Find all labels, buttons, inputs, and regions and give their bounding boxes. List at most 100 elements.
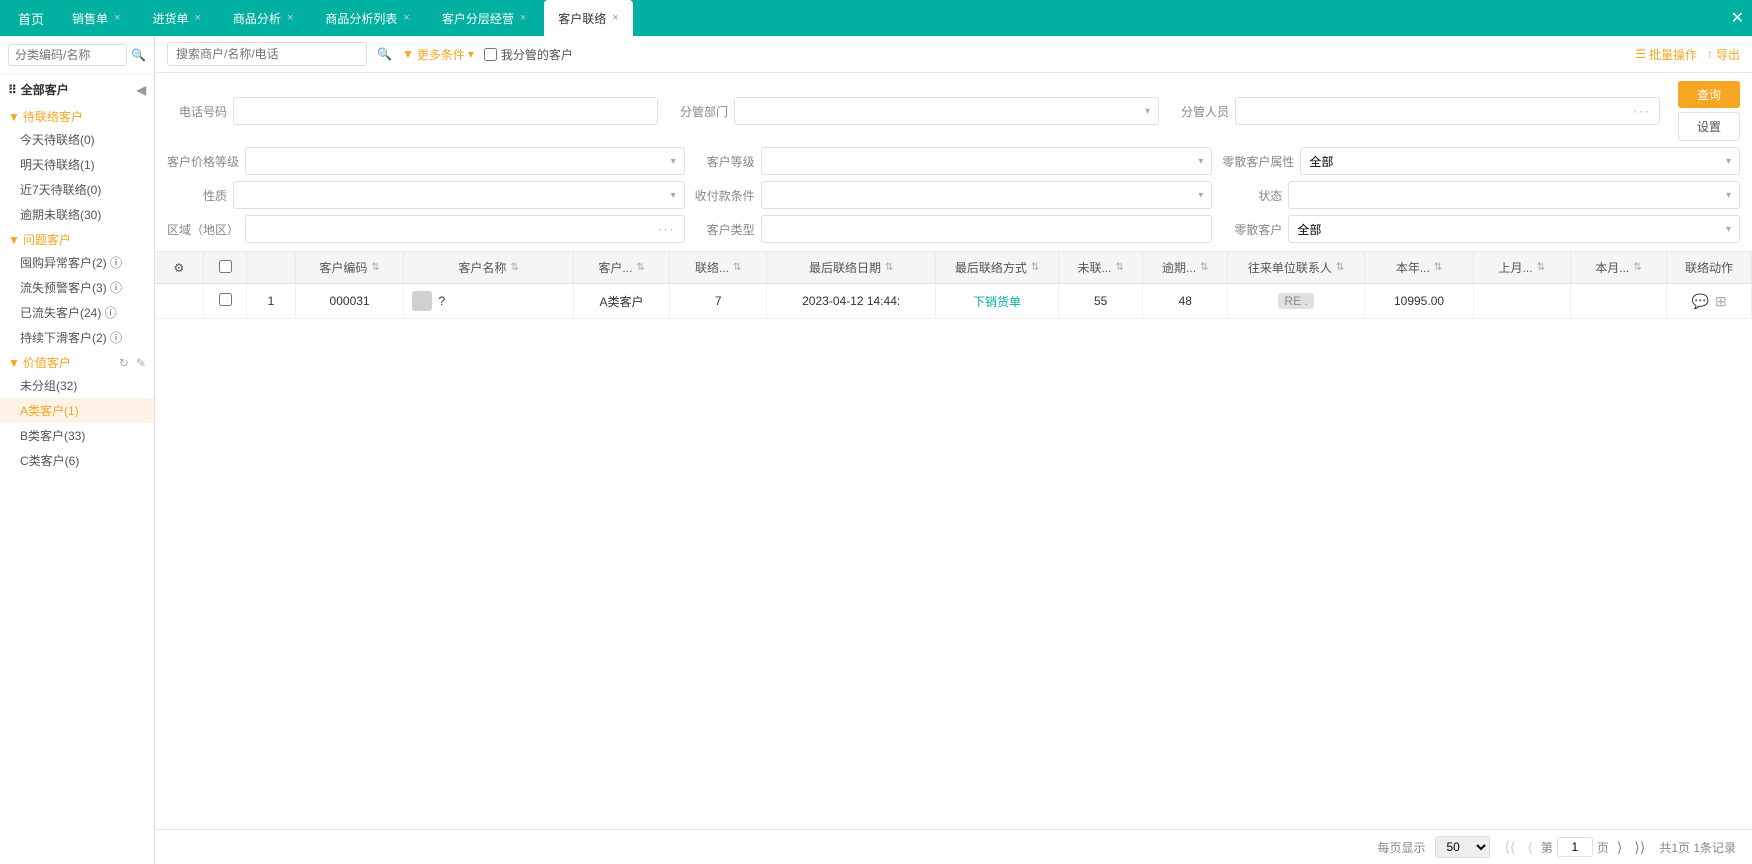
tab-product-analysis[interactable]: 商品分析 × xyxy=(219,0,307,36)
per-page-select[interactable]: 50 20 100 xyxy=(1435,836,1490,858)
sidebar-item-ungrouped[interactable]: 未分组(32) xyxy=(0,373,154,398)
page-suffix-label: 页 xyxy=(1597,839,1609,856)
col-type-header[interactable]: 客户...⇅ xyxy=(573,252,670,284)
chevron-down-icon: ▾ xyxy=(1145,106,1150,117)
payment-dropdown[interactable]: ▾ xyxy=(761,181,1213,209)
scatter-attr-dropdown[interactable]: 全部 ▾ xyxy=(1300,147,1740,175)
col-this-year-header[interactable]: 本年...⇅ xyxy=(1365,252,1474,284)
sidebar-item-b-class[interactable]: B类客户(33) xyxy=(0,423,154,448)
tab-purchase-order[interactable]: 进货单 × xyxy=(138,0,214,36)
sidebar-item-churned[interactable]: 已流失客户(24) ⓘ xyxy=(0,300,154,325)
chevron-down-icon: ▾ xyxy=(671,190,676,201)
dept-dropdown[interactable]: ▾ xyxy=(734,97,1159,125)
phone-input[interactable] xyxy=(233,97,658,125)
first-page-button[interactable]: ⟨⟨ xyxy=(1500,837,1519,858)
tab-product-analysis-list[interactable]: 商品分析列表 × xyxy=(311,0,423,36)
col-code-header[interactable]: 客户编码⇅ xyxy=(295,252,404,284)
field-customer-type-label: 客户类型 xyxy=(695,221,755,238)
region-input[interactable]: ··· xyxy=(245,215,685,243)
message-icon[interactable]: 💬 xyxy=(1692,293,1709,310)
tab-sales-order[interactable]: 销售单 × xyxy=(58,0,134,36)
chevron-down-icon: ▼ xyxy=(8,233,20,247)
content-area: 🔍 ▼ 更多条件 ▾ 我分管的客户 ☰ 批量操作 ↑ 导出 xyxy=(155,36,1752,864)
select-all-checkbox[interactable] xyxy=(219,260,232,273)
col-index-header xyxy=(247,252,295,284)
tab-label: 销售单 xyxy=(72,10,108,27)
my-customer-filter[interactable]: 我分管的客户 xyxy=(484,46,573,63)
sidebar: 🔍 ⠿ 全部客户 ◀ ▼ 待联络客户 今天待联络(0) 明天待联络(1) 近7天… xyxy=(0,36,155,864)
col-last-way-header[interactable]: 最后联络方式⇅ xyxy=(936,252,1059,284)
sidebar-item-abnormal-stock[interactable]: 囤购异常客户(2) ⓘ xyxy=(0,250,154,275)
nature-dropdown[interactable]: ▾ xyxy=(233,181,685,209)
col-overdue-header[interactable]: 逾期...⇅ xyxy=(1143,252,1228,284)
sidebar-item-7days[interactable]: 近7天待联络(0) xyxy=(0,177,154,202)
customer-type-input[interactable] xyxy=(761,215,1213,243)
col-this-month-header[interactable]: 本月...⇅ xyxy=(1570,252,1667,284)
sort-icon: ⇅ xyxy=(733,262,741,273)
row-checkbox[interactable] xyxy=(219,293,232,306)
sidebar-group-problem[interactable]: ▼ 问题客户 xyxy=(0,227,154,250)
col-last-date-header[interactable]: 最后联络日期⇅ xyxy=(767,252,936,284)
close-icon[interactable]: × xyxy=(194,12,200,24)
sidebar-item-c-class[interactable]: C类客户(6) xyxy=(0,448,154,473)
sidebar-item-churn-warning[interactable]: 流失预警客户(3) ⓘ xyxy=(0,275,154,300)
setting-button[interactable]: 设置 xyxy=(1678,112,1740,141)
page-total: 共1页 1条记录 xyxy=(1659,839,1736,856)
more-filter-button[interactable]: ▼ 更多条件 ▾ xyxy=(402,46,474,63)
home-tab[interactable]: 首页 xyxy=(8,9,54,28)
refresh-icon[interactable]: ↻ xyxy=(119,356,129,370)
sidebar-group-value[interactable]: ▼ 价值客户 ↻ ✎ xyxy=(0,350,154,373)
page-number-input[interactable] xyxy=(1557,837,1593,857)
last-way-link[interactable]: 下销货单 xyxy=(973,295,1021,309)
col-contact-person-header[interactable]: 往来单位联系人⇅ xyxy=(1228,252,1365,284)
col-no-contact-header[interactable]: 未联...⇅ xyxy=(1058,252,1143,284)
price-grade-dropdown[interactable]: ▾ xyxy=(245,147,685,175)
manager-input[interactable]: ··· xyxy=(1235,97,1660,125)
col-last-month-header[interactable]: 上月...⇅ xyxy=(1473,252,1570,284)
scatter-customer-dropdown[interactable]: 全部 ▾ xyxy=(1288,215,1740,243)
sidebar-search-icon[interactable]: 🔍 xyxy=(131,48,146,62)
cell-check[interactable] xyxy=(203,284,247,319)
edit-icon[interactable]: ✎ xyxy=(136,356,146,370)
chevron-down-icon: ▼ xyxy=(8,356,20,370)
search-input[interactable] xyxy=(167,42,367,66)
tab-customer-contact[interactable]: 客户联络 × xyxy=(544,0,632,36)
next-page-button[interactable]: ⟩ xyxy=(1613,837,1626,858)
cell-code: 000031 xyxy=(295,284,404,319)
col-check-header[interactable] xyxy=(203,252,247,284)
status-dropdown[interactable]: ▾ xyxy=(1288,181,1740,209)
sidebar-all-customers[interactable]: ⠿ 全部客户 ◀ xyxy=(0,75,154,104)
customer-grade-dropdown[interactable]: ▾ xyxy=(761,147,1213,175)
sidebar-group-pending[interactable]: ▼ 待联络客户 xyxy=(0,104,154,127)
cell-last-way[interactable]: 下销货单 xyxy=(936,284,1059,319)
sort-icon: ⇅ xyxy=(885,262,893,273)
collapse-icon[interactable]: ◀ xyxy=(137,83,146,97)
prev-page-button[interactable]: ⟨ xyxy=(1523,837,1536,858)
close-icon[interactable]: × xyxy=(114,12,120,24)
close-icon[interactable]: × xyxy=(287,12,293,24)
sidebar-item-overdue[interactable]: 逾期未联络(30) xyxy=(0,202,154,227)
filter-search-icon[interactable]: 🔍 xyxy=(377,47,392,61)
tab-customer-tier[interactable]: 客户分层经营 × xyxy=(428,0,540,36)
qr-icon[interactable]: ⊞ xyxy=(1715,293,1727,310)
col-contact-header[interactable]: 联络...⇅ xyxy=(670,252,767,284)
col-name-header[interactable]: 客户名称⇅ xyxy=(404,252,573,284)
cell-contact-person: RE . xyxy=(1228,284,1365,319)
close-icon[interactable]: × xyxy=(520,12,526,24)
query-button[interactable]: 查询 xyxy=(1678,81,1740,108)
close-icon[interactable]: × xyxy=(612,12,618,24)
col-action-header: 联络动作 xyxy=(1667,252,1752,284)
batch-operation-button[interactable]: ☰ 批量操作 xyxy=(1635,46,1697,63)
sidebar-search-input[interactable] xyxy=(8,44,127,66)
sidebar-item-a-class[interactable]: A类客户(1) xyxy=(0,398,154,423)
my-customer-checkbox[interactable] xyxy=(484,48,497,61)
field-scatter-customer: 零散客户 全部 ▾ xyxy=(1222,215,1740,243)
sidebar-item-declining[interactable]: 持续下滑客户(2) ⓘ xyxy=(0,325,154,350)
last-page-button[interactable]: ⟩⟩ xyxy=(1630,837,1649,858)
sidebar-item-today[interactable]: 今天待联络(0) xyxy=(0,127,154,152)
window-close-icon[interactable]: ✕ xyxy=(1731,8,1744,28)
export-button[interactable]: ↑ 导出 xyxy=(1707,46,1740,63)
col-gear-header[interactable]: ⚙ xyxy=(155,252,203,284)
sidebar-item-tomorrow[interactable]: 明天待联络(1) xyxy=(0,152,154,177)
close-icon[interactable]: × xyxy=(403,12,409,24)
